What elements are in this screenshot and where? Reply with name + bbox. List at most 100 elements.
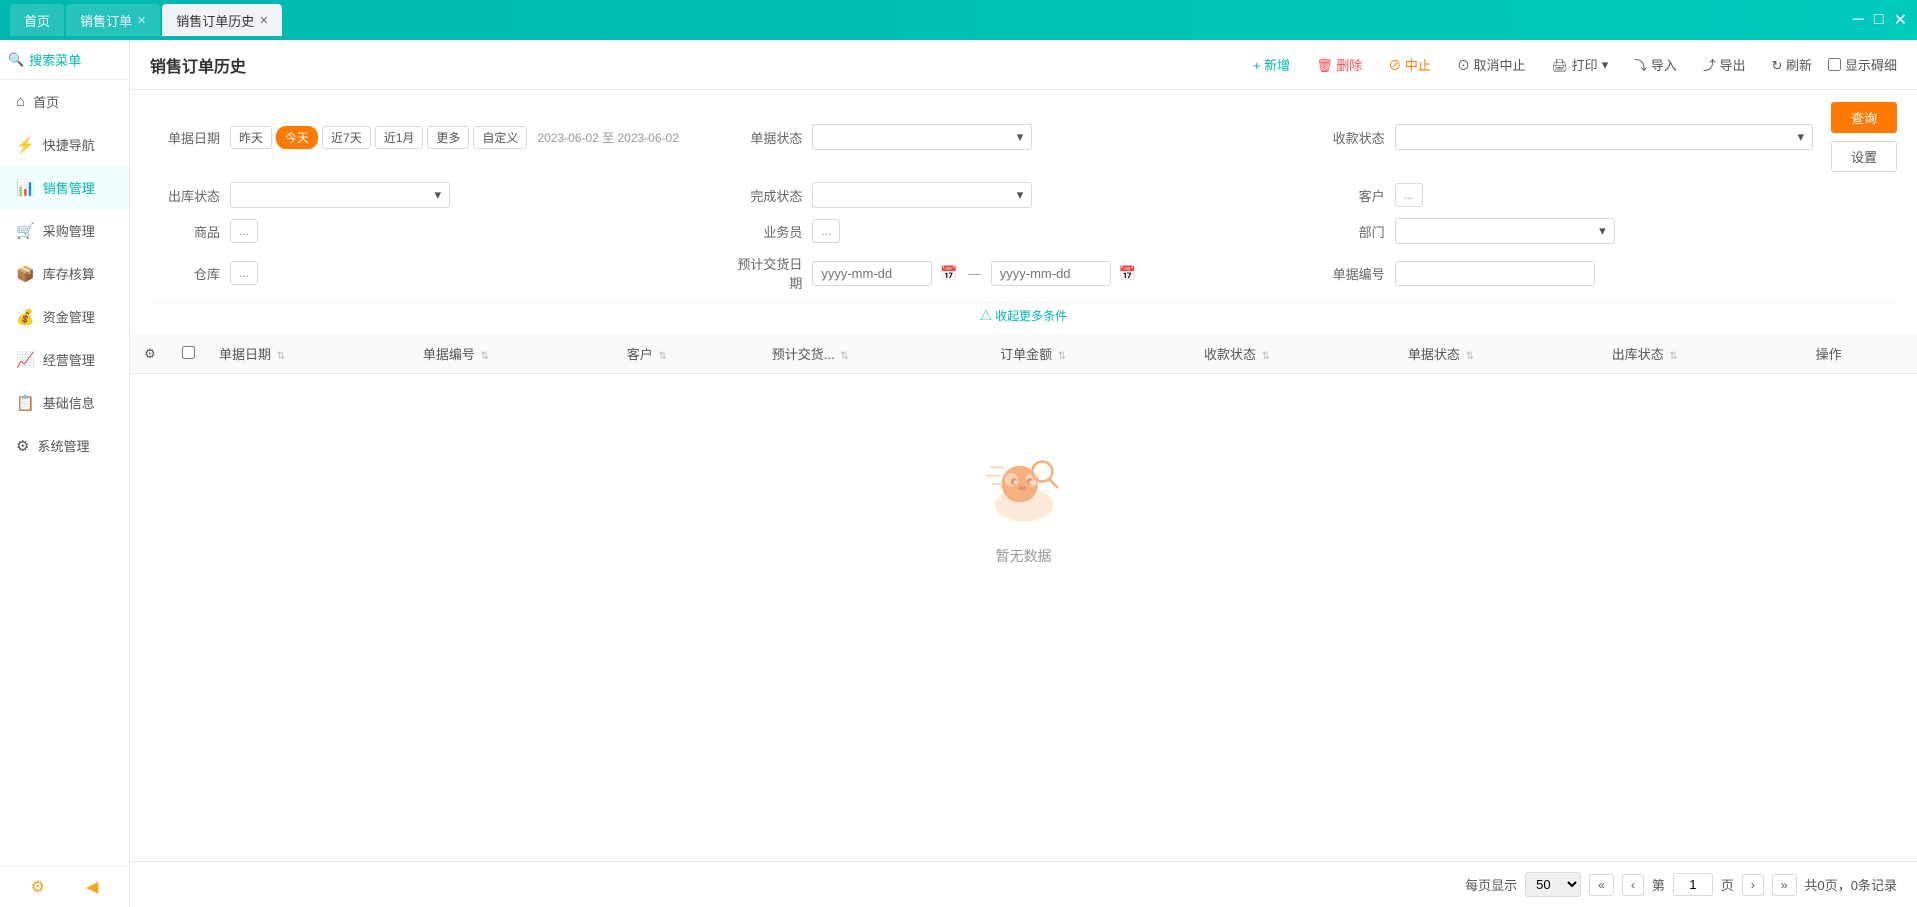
customer-col-header[interactable]: 客户 ⇅ [615,334,760,374]
window-close-btn[interactable]: ✕ [1894,10,1907,30]
date-btn-7days[interactable]: 近7天 [322,126,371,149]
date-range-display: 2023-06-02 至 2023-06-02 [537,129,678,146]
first-page-btn[interactable]: « [1589,874,1614,896]
checkbox-col-header[interactable] [170,334,207,374]
top-bar: 首页 销售订单 ✕ 销售订单历史 ✕ ─ □ ✕ [0,0,1917,40]
bill-no-label: 单据编号 [1315,264,1395,283]
complete-label: 完成状态 [732,186,812,205]
date-btn-today[interactable]: 今天 [276,126,318,149]
bill-status-col-label: 单据状态 [1408,347,1460,362]
next-page-btn[interactable]: › [1742,874,1764,896]
page-number-input[interactable] [1673,873,1713,896]
sidebar-item-sys-mgmt[interactable]: ⚙ 系统管理 [0,424,129,467]
delivery-date-from-input[interactable] [812,261,932,286]
customer-ellipsis-btn[interactable]: ... [1395,183,1423,207]
delivery-date-label: 预计交货日期 [732,254,812,292]
refresh-button[interactable]: ↻ 刷新 [1761,50,1822,79]
select-all-checkbox[interactable] [182,346,195,359]
page-label: 页 [1721,875,1734,894]
tab-history-close[interactable]: ✕ [259,14,268,27]
outbound-status-col-header[interactable]: 出库状态 ⇅ [1600,334,1804,374]
date-btn-yesterday[interactable]: 昨天 [230,126,272,149]
sidebar-item-quick-nav[interactable]: ⚡ 快捷导航 [0,123,129,166]
collapse-btn[interactable]: △ 收起更多条件 [150,303,1897,334]
tab-home-label: 首页 [24,11,50,30]
display-cols-label: 显示碍细 [1845,55,1897,74]
goods-ellipsis-btn[interactable]: ... [230,219,258,243]
set-button[interactable]: 设置 [1831,141,1897,172]
filter-area: 单据日期 昨天 今天 近7天 近1月 更多 自定义 2023-06-02 至 2… [130,90,1917,334]
amount-col-header[interactable]: 订单金额 ⇅ [988,334,1192,374]
display-cols-check[interactable]: 显示碍细 [1828,55,1897,74]
import-button[interactable]: ⤵ 导入 [1624,50,1687,79]
page-size-select[interactable]: 50 100 200 [1525,872,1581,897]
prev-page-btn[interactable]: ‹ [1622,874,1644,896]
cancel-stop-button[interactable]: ⊙ 取消中止 [1447,50,1536,79]
bill-no-input[interactable] [1395,261,1595,286]
date-btn-1month[interactable]: 近1月 [375,126,424,149]
date-label: 单据日期 [150,128,230,147]
bill-status-sort-icon: ⇅ [1466,351,1474,362]
salesperson-ellipsis-btn[interactable]: ... [812,219,840,243]
receipt-status-sort-icon: ⇅ [1262,351,1270,362]
bill-status-col-header[interactable]: 单据状态 ⇅ [1396,334,1600,374]
last-page-btn[interactable]: » [1772,874,1797,896]
sidebar-item-fund-mgmt[interactable]: 💰 资金管理 [0,295,129,338]
calendar-to-icon[interactable]: 📅 [1119,265,1136,282]
sidebar-item-basic-info[interactable]: 📋 基础信息 [0,381,129,424]
filter-row-3: 商品 ... 业务员 ... 部门 ▾ [150,218,1897,244]
sidebar: 🔍 搜索菜单 ⌂ 首页 ⚡ 快捷导航 📊 销售管理 🛒 采购管理 📦 库存核算 … [0,40,130,907]
delete-button[interactable]: 🗑 删除 [1306,50,1372,79]
new-button[interactable]: + 新增 [1243,50,1300,79]
bill-no-filter-control [1395,261,1897,286]
query-button[interactable]: 查询 [1831,102,1897,133]
window-min-btn[interactable]: ─ [1853,11,1864,29]
delivery-col-header[interactable]: 预计交货... ⇅ [760,334,988,374]
customer-label: 客户 [1315,186,1395,205]
ops-mgmt-icon: 📈 [16,351,35,369]
export-button[interactable]: ⤴ 导出 [1693,50,1756,79]
date-col-header[interactable]: 单据日期 ⇅ [207,334,411,374]
window-max-btn[interactable]: □ [1874,11,1884,29]
tab-home[interactable]: 首页 [10,4,64,36]
main-layout: 🔍 搜索菜单 ⌂ 首页 ⚡ 快捷导航 📊 销售管理 🛒 采购管理 📦 库存核算 … [0,40,1917,907]
delivery-date-filter-control: 📅 — 📅 [812,261,1314,286]
toolbar: + 新增 🗑 删除 ⊘ 中止 ⊙ 取消中止 🖨 打印 ▾ ⤵ 导入 ⤴ 导出 ↻… [1243,50,1897,79]
customer-col-label: 客户 [627,347,653,362]
sidebar-item-home[interactable]: ⌂ 首页 [0,80,129,123]
tab-sales-order-close[interactable]: ✕ [137,14,146,27]
page-size-label: 每页显示 [1465,875,1517,894]
fund-mgmt-icon: 💰 [16,308,35,326]
print-button[interactable]: 🖨 打印 ▾ [1542,50,1619,79]
status-select[interactable]: ▾ [812,124,1032,150]
warehouse-ellipsis-btn[interactable]: ... [230,261,258,285]
tab-sales-order-history[interactable]: 销售订单历史 ✕ [162,4,282,36]
receipt-status-select[interactable]: ▾ [1395,124,1813,150]
sidebar-search[interactable]: 🔍 搜索菜单 [0,40,129,80]
filter-row-4: 仓库 ... 预计交货日期 📅 — 📅 单据编号 [150,254,1897,292]
dept-select[interactable]: ▾ [1395,218,1615,244]
sidebar-item-purchase-mgmt[interactable]: 🛒 采购管理 [0,209,129,252]
complete-select[interactable]: ▾ [812,182,1032,208]
page-title: 销售订单历史 [150,53,246,77]
page-label-prefix: 第 [1652,875,1665,894]
sidebar-item-inventory-check[interactable]: 📦 库存核算 [0,252,129,295]
sidebar-settings-btn[interactable]: ⚙ [31,877,45,897]
settings-col-header[interactable]: ⚙ [130,334,170,374]
customer-sort-icon: ⇅ [658,351,666,362]
tab-sales-order[interactable]: 销售订单 ✕ [66,4,160,36]
date-btn-more[interactable]: 更多 [427,126,469,149]
bill-no-col-header[interactable]: 单据编号 ⇅ [411,334,615,374]
sidebar-item-home-label: 首页 [33,92,59,111]
dept-label: 部门 [1315,222,1395,241]
stop-button[interactable]: ⊘ 中止 [1378,50,1441,79]
outbound-select[interactable]: ▾ [230,182,450,208]
sidebar-collapse-btn[interactable]: ◀ [86,877,98,897]
sidebar-item-ops-mgmt[interactable]: 📈 经营管理 [0,338,129,381]
display-cols-checkbox[interactable] [1828,58,1841,71]
date-btn-custom[interactable]: 自定义 [473,126,527,149]
delivery-date-to-input[interactable] [991,261,1111,286]
receipt-status-col-header[interactable]: 收款状态 ⇅ [1192,334,1396,374]
calendar-from-icon[interactable]: 📅 [940,265,957,282]
sidebar-item-sales-mgmt[interactable]: 📊 销售管理 [0,166,129,209]
